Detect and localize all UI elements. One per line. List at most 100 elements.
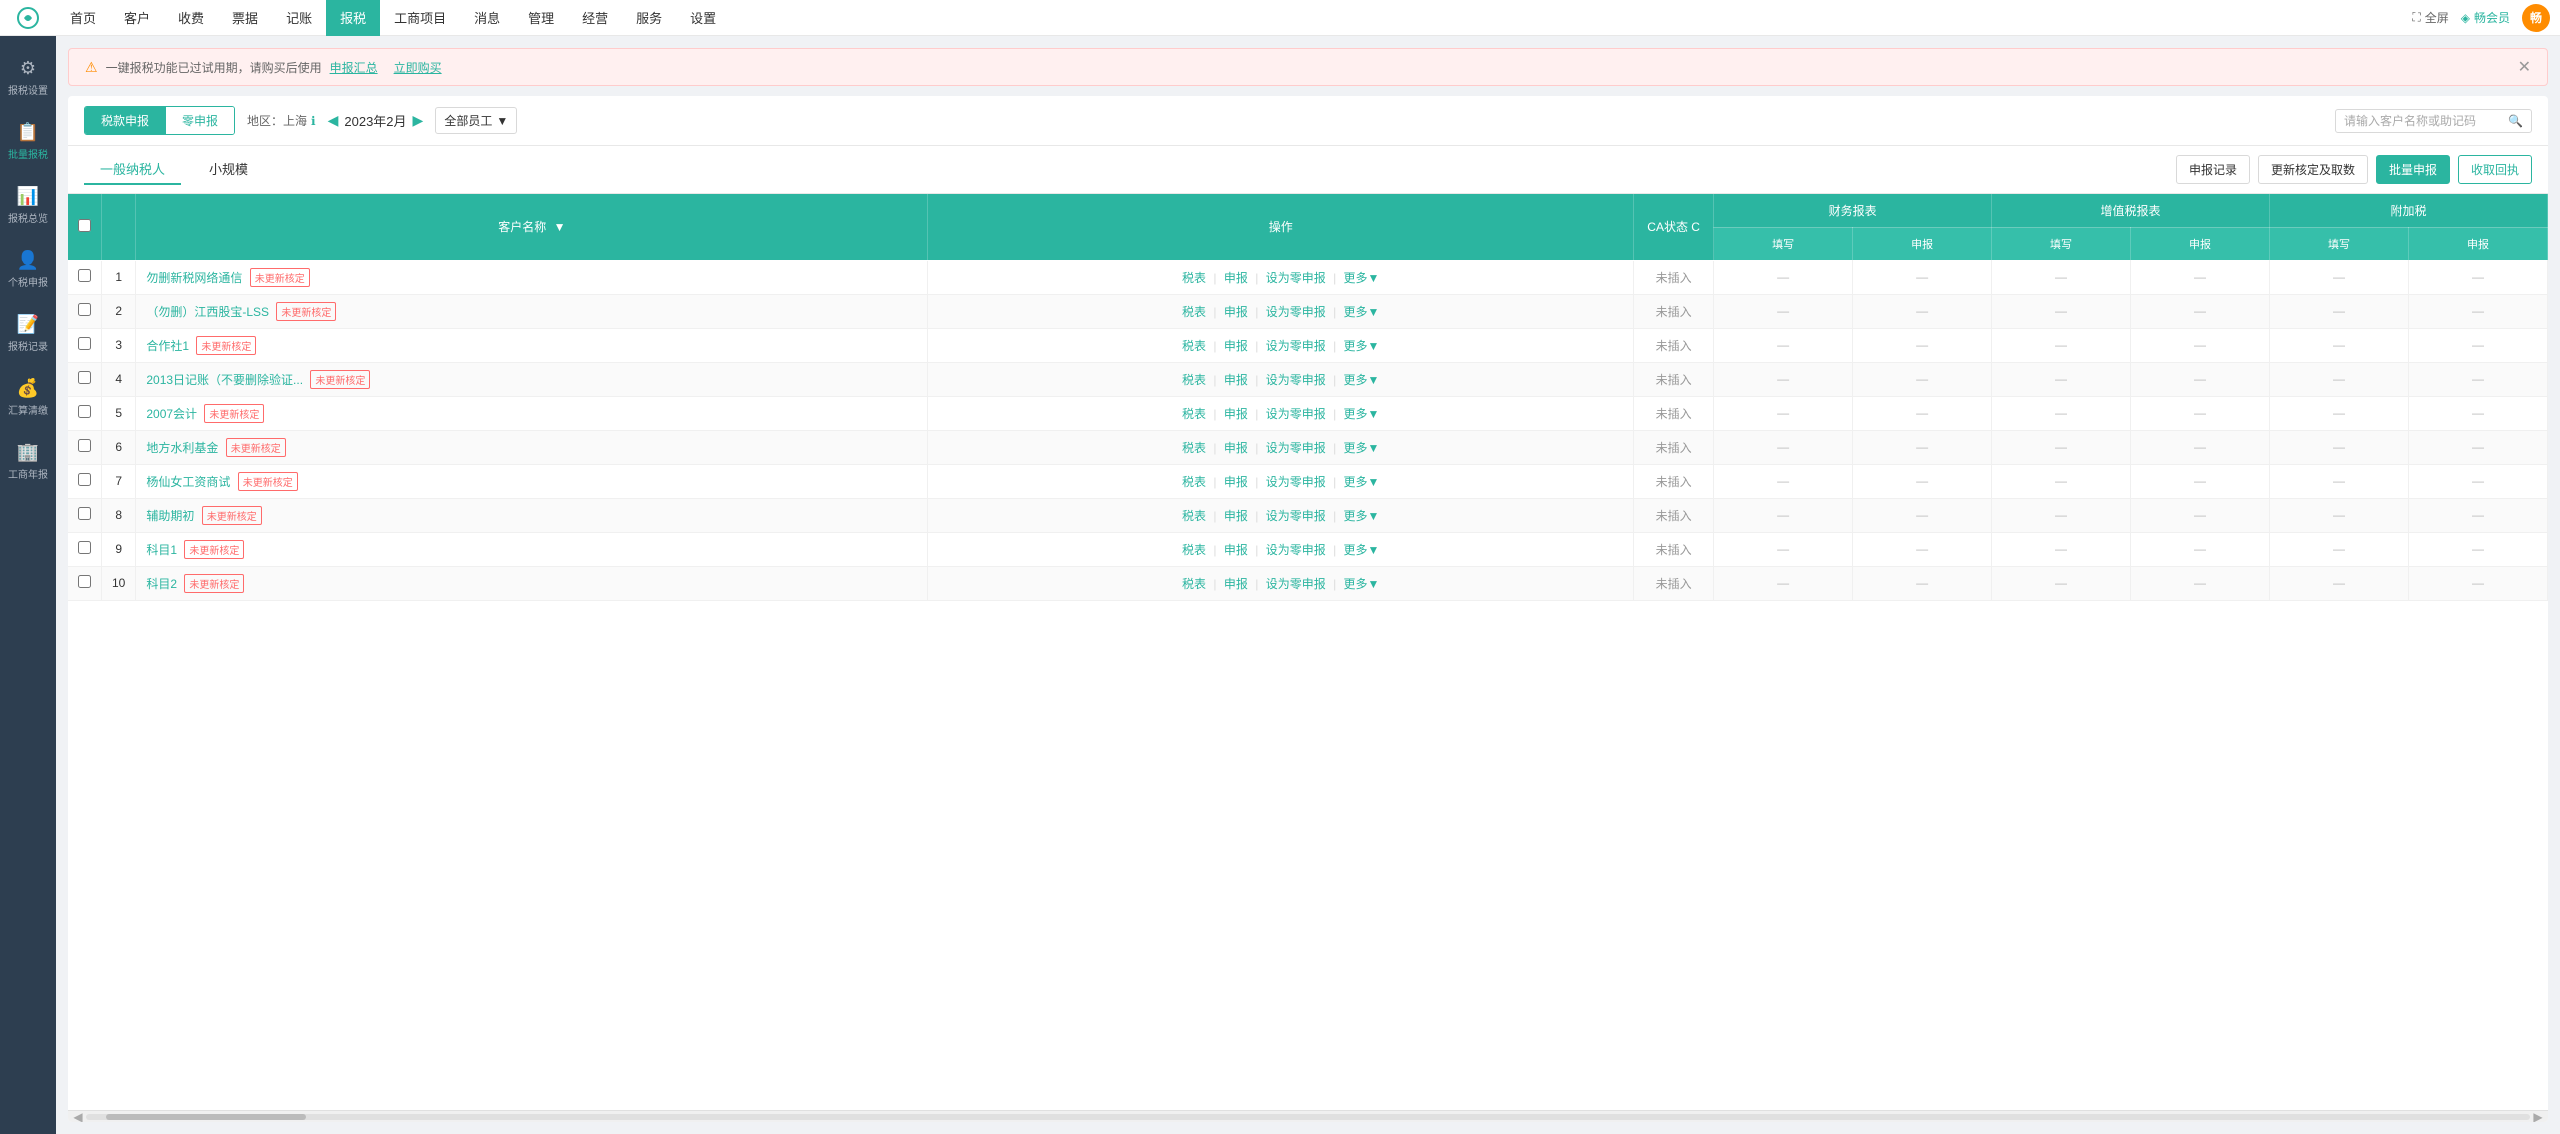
op-tax-form[interactable]: 税表	[1182, 373, 1206, 387]
op-more[interactable]: 更多▼	[1344, 271, 1380, 285]
sidebar-item-settlement[interactable]: 💰 汇算清缴	[0, 364, 56, 428]
collect-back-btn[interactable]: 收取回执	[2458, 155, 2532, 184]
op-tax-form[interactable]: 税表	[1182, 271, 1206, 285]
row-checkbox[interactable]	[78, 303, 91, 316]
row-checkbox-cell[interactable]	[68, 362, 102, 396]
update-approve-btn[interactable]: 更新核定及取数	[2258, 155, 2368, 184]
batch-declare-btn[interactable]: 批量申报	[2376, 155, 2450, 184]
op-more[interactable]: 更多▼	[1344, 339, 1380, 353]
row-checkbox[interactable]	[78, 575, 91, 588]
upgrade-btn[interactable]: ◈ 畅会员	[2461, 9, 2510, 26]
nav-service[interactable]: 服务	[622, 0, 676, 36]
search-input[interactable]	[2344, 114, 2504, 128]
region-info-icon[interactable]: ℹ	[311, 114, 316, 128]
op-declare[interactable]: 申报	[1224, 441, 1248, 455]
op-more[interactable]: 更多▼	[1344, 543, 1380, 557]
op-declare[interactable]: 申报	[1224, 407, 1248, 421]
op-zero-declare[interactable]: 设为零申报	[1266, 407, 1326, 421]
nav-message[interactable]: 消息	[460, 0, 514, 36]
nav-settings[interactable]: 设置	[676, 0, 730, 36]
client-name-text[interactable]: 科目2	[146, 577, 177, 591]
client-name-text[interactable]: 2013日记账（不要删除验证...	[146, 373, 303, 387]
row-checkbox-cell[interactable]	[68, 566, 102, 600]
search-icon[interactable]: 🔍	[2508, 114, 2523, 128]
sidebar-item-personal-tax[interactable]: 👤 个税申报	[0, 236, 56, 300]
op-tax-form[interactable]: 税表	[1182, 475, 1206, 489]
op-zero-declare[interactable]: 设为零申报	[1266, 441, 1326, 455]
row-checkbox-cell[interactable]	[68, 464, 102, 498]
select-all-checkbox[interactable]	[78, 219, 91, 232]
tab-general-taxpayer[interactable]: 一般纳税人	[84, 154, 181, 185]
op-zero-declare[interactable]: 设为零申报	[1266, 373, 1326, 387]
op-more[interactable]: 更多▼	[1344, 373, 1380, 387]
tab-small-scale[interactable]: 小规模	[193, 154, 264, 185]
row-checkbox-cell[interactable]	[68, 430, 102, 464]
client-name-text[interactable]: 合作社1	[146, 339, 189, 353]
client-name-text[interactable]: （勿删）江西股宝-LSS	[146, 305, 269, 319]
row-checkbox-cell[interactable]	[68, 294, 102, 328]
op-more[interactable]: 更多▼	[1344, 407, 1380, 421]
op-tax-form[interactable]: 税表	[1182, 577, 1206, 591]
op-zero-declare[interactable]: 设为零申报	[1266, 509, 1326, 523]
op-declare[interactable]: 申报	[1224, 475, 1248, 489]
row-checkbox-cell[interactable]	[68, 532, 102, 566]
row-checkbox-cell[interactable]	[68, 498, 102, 532]
staff-select[interactable]: 全部员工 ▼	[435, 107, 517, 134]
client-name-text[interactable]: 地方水利基金	[146, 441, 218, 455]
nav-tax[interactable]: 报税	[326, 0, 380, 36]
op-zero-declare[interactable]: 设为零申报	[1266, 577, 1326, 591]
nav-operation[interactable]: 经营	[568, 0, 622, 36]
th-checkbox[interactable]	[68, 194, 102, 260]
tab-tax-declare[interactable]: 税款申报	[85, 107, 166, 134]
row-checkbox-cell[interactable]	[68, 260, 102, 294]
buy-now-link[interactable]: 立即购买	[394, 59, 442, 76]
banner-close-btn[interactable]: ✕	[2518, 57, 2531, 77]
sidebar-item-tax-overview[interactable]: 📊 报税总览	[0, 172, 56, 236]
date-next-btn[interactable]: ▶	[413, 112, 424, 129]
row-checkbox[interactable]	[78, 337, 91, 350]
client-name-text[interactable]: 辅助期初	[146, 509, 194, 523]
app-logo[interactable]	[10, 0, 46, 36]
row-checkbox[interactable]	[78, 541, 91, 554]
row-checkbox[interactable]	[78, 371, 91, 384]
sidebar-item-tax-record[interactable]: 📝 报税记录	[0, 300, 56, 364]
row-checkbox[interactable]	[78, 269, 91, 282]
nav-business[interactable]: 工商项目	[380, 0, 460, 36]
op-declare[interactable]: 申报	[1224, 373, 1248, 387]
declare-summary-link[interactable]: 申报汇总	[330, 59, 378, 76]
op-declare[interactable]: 申报	[1224, 305, 1248, 319]
avatar[interactable]: 畅	[2522, 4, 2550, 32]
op-declare[interactable]: 申报	[1224, 509, 1248, 523]
row-checkbox[interactable]	[78, 439, 91, 452]
nav-admin[interactable]: 管理	[514, 0, 568, 36]
row-checkbox-cell[interactable]	[68, 396, 102, 430]
declare-record-btn[interactable]: 申报记录	[2176, 155, 2250, 184]
date-prev-btn[interactable]: ◀	[328, 112, 339, 129]
op-declare[interactable]: 申报	[1224, 339, 1248, 353]
row-checkbox[interactable]	[78, 473, 91, 486]
nav-fee[interactable]: 收费	[164, 0, 218, 36]
sort-icon[interactable]: ▼	[554, 220, 566, 234]
op-more[interactable]: 更多▼	[1344, 475, 1380, 489]
nav-client[interactable]: 客户	[110, 0, 164, 36]
row-checkbox[interactable]	[78, 507, 91, 520]
sidebar-item-batch-tax[interactable]: 📋 批量报税	[0, 108, 56, 172]
op-zero-declare[interactable]: 设为零申报	[1266, 339, 1326, 353]
nav-home[interactable]: 首页	[56, 0, 110, 36]
tab-zero-declare[interactable]: 零申报	[166, 107, 234, 134]
op-zero-declare[interactable]: 设为零申报	[1266, 475, 1326, 489]
op-more[interactable]: 更多▼	[1344, 509, 1380, 523]
op-more[interactable]: 更多▼	[1344, 577, 1380, 591]
op-zero-declare[interactable]: 设为零申报	[1266, 305, 1326, 319]
client-name-text[interactable]: 2007会计	[146, 407, 197, 421]
scroll-right-btn[interactable]: ▶	[2530, 1110, 2546, 1123]
nav-bookkeeping[interactable]: 记账	[272, 0, 326, 36]
op-more[interactable]: 更多▼	[1344, 441, 1380, 455]
scrollbar-thumb[interactable]	[106, 1114, 306, 1120]
op-tax-form[interactable]: 税表	[1182, 407, 1206, 421]
horizontal-scrollbar[interactable]: ◀ ▶	[68, 1110, 2548, 1122]
client-name-text[interactable]: 科目1	[146, 543, 177, 557]
nav-invoice[interactable]: 票据	[218, 0, 272, 36]
sidebar-item-annual-report[interactable]: 🏢 工商年报	[0, 428, 56, 492]
op-tax-form[interactable]: 税表	[1182, 305, 1206, 319]
